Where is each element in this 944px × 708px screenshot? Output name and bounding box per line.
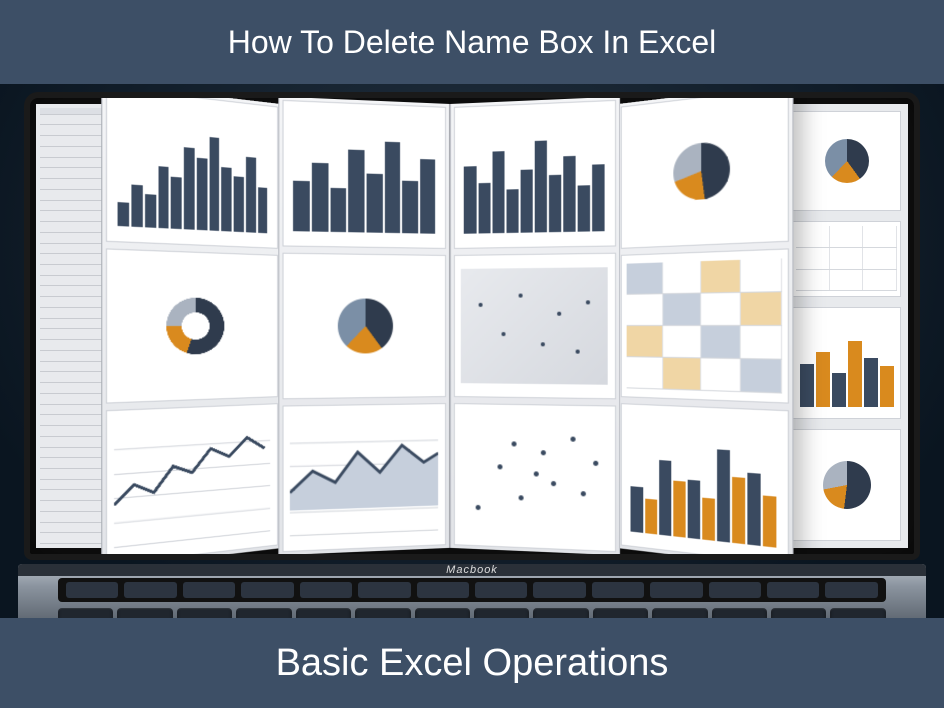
hero-illustration: Macbook (0, 84, 944, 618)
line-chart-icon (106, 403, 278, 560)
dashboard-right (785, 104, 908, 548)
touch-bar (58, 578, 886, 602)
pie-chart-icon (621, 92, 789, 249)
laptop-screen (24, 92, 920, 560)
bottom-title: Basic Excel Operations (276, 642, 669, 685)
laptop-brand: Macbook (18, 564, 926, 576)
map-chart-icon (454, 253, 616, 400)
area-chart-icon (282, 403, 445, 552)
bar-chart-icon (454, 100, 616, 249)
pie-chart-icon (792, 429, 901, 541)
pie-chart-icon (282, 253, 445, 400)
scatter-chart-icon (454, 403, 616, 552)
bar-chart-icon (106, 92, 278, 249)
grouped-bar-chart-icon (792, 307, 901, 419)
donut-chart-icon (106, 248, 278, 403)
top-title: How To Delete Name Box In Excel (228, 24, 717, 61)
page-right-2 (617, 92, 793, 560)
page-right-1 (450, 97, 620, 556)
pie-chart-icon (792, 111, 901, 211)
bottom-title-banner: Basic Excel Operations (0, 618, 944, 708)
top-title-banner: How To Delete Name Box In Excel (0, 0, 944, 84)
mini-table-icon (792, 221, 901, 297)
laptop-deck: Macbook (18, 564, 926, 618)
page-left-1 (278, 97, 450, 556)
table-chart-icon (621, 248, 789, 403)
grouped-bar-chart-icon (621, 403, 789, 560)
page-left-2 (101, 92, 282, 560)
bar-chart-icon (282, 100, 445, 249)
keyboard-row (58, 608, 886, 618)
